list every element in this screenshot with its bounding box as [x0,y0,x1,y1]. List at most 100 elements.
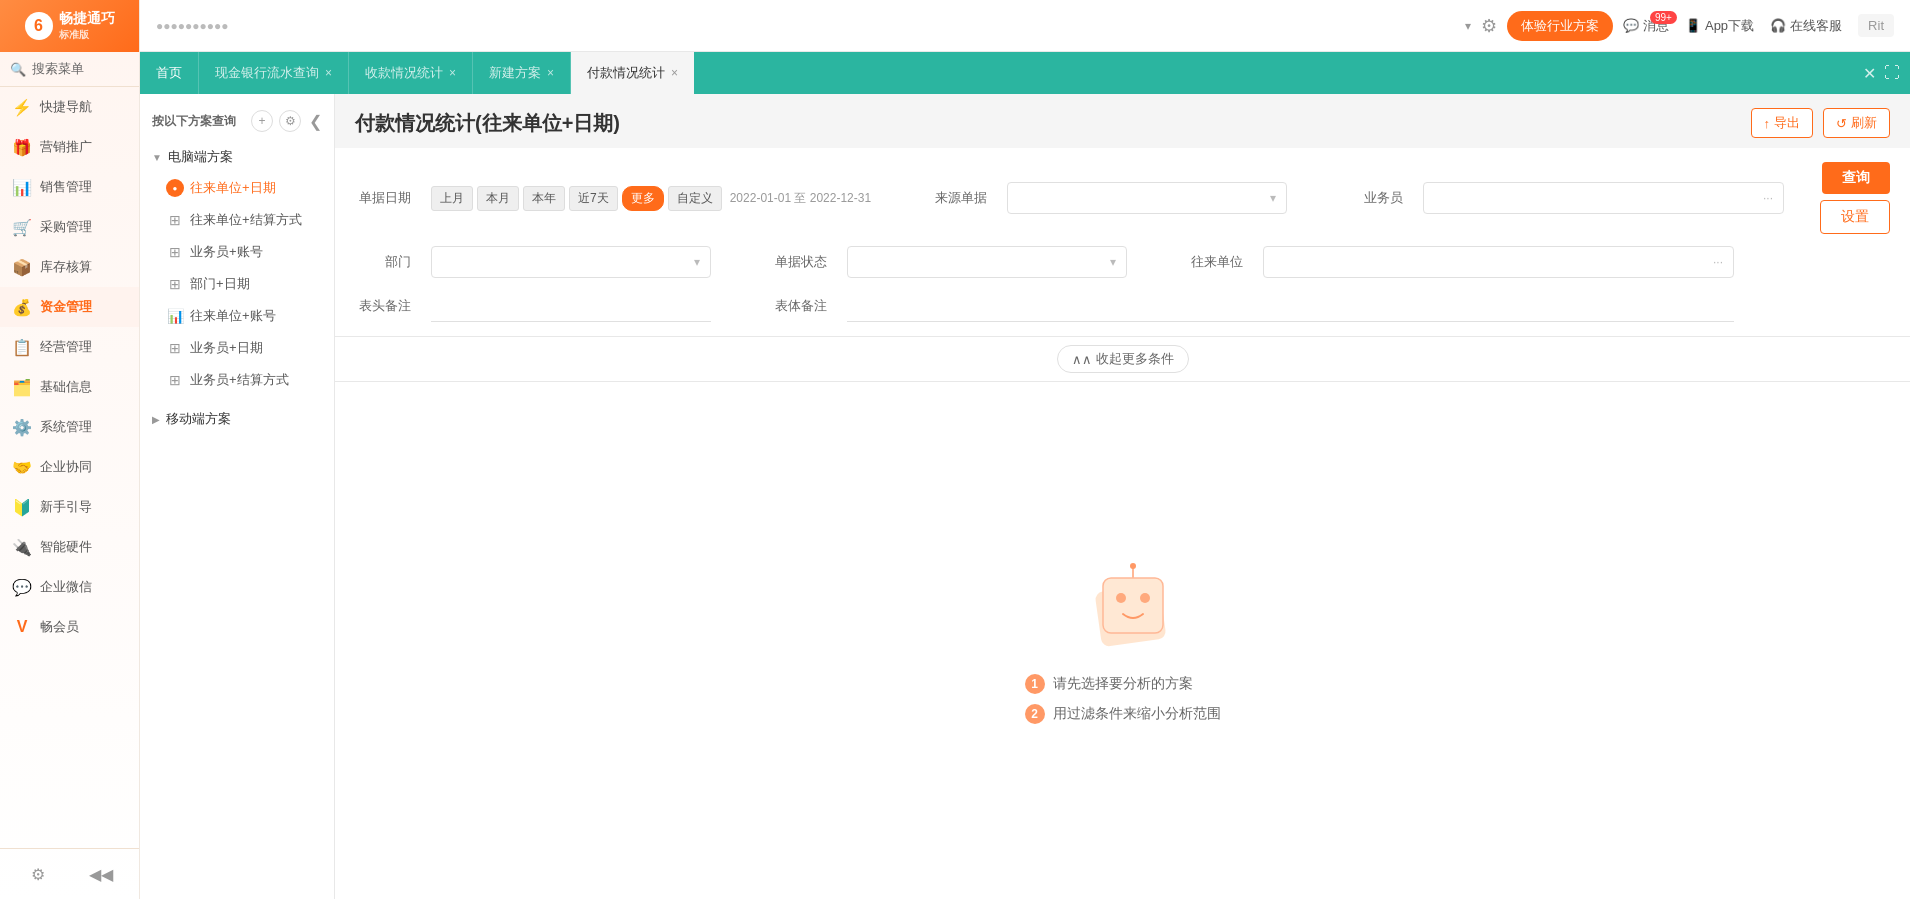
user-display: Rit [1858,14,1894,37]
body-note-input[interactable] [847,290,1734,322]
tab-receivable-close[interactable]: × [449,66,456,80]
online-service-btn[interactable]: 🎧 在线客服 [1770,17,1842,35]
sidebar-item-guide[interactable]: 🔰 新手引导 [0,487,139,527]
panel-item-label: 业务员+账号 [190,243,263,261]
sidebar-item-label: 基础信息 [40,378,92,396]
app-download-btn[interactable]: 📱 App下载 [1685,17,1754,35]
tab-bank-flow-close[interactable]: × [325,66,332,80]
panel-section-mobile: ▶ 移动端方案 [140,400,334,438]
date-btn-custom[interactable]: 自定义 [668,186,722,211]
logo-icon: 6 [25,12,53,40]
collapse-bar[interactable]: ∧∧ 收起更多条件 [335,337,1910,382]
date-btn-more[interactable]: 更多 [622,186,664,211]
online-service-label: 在线客服 [1790,17,1842,35]
tab-payment-stats[interactable]: 付款情况统计 × [571,52,694,94]
dept-select[interactable]: ▾ [431,246,711,278]
panel-item-staff-date[interactable]: ⊞ 业务员+日期 [140,332,334,364]
tab-new-plan[interactable]: 新建方案 × [473,52,571,94]
tab-payment-stats-close[interactable]: × [671,66,678,80]
search-menu-label: 搜索菜单 [32,60,84,78]
sidebar-item-sales[interactable]: 📊 销售管理 [0,167,139,207]
tab-receivable[interactable]: 收款情况统计 × [349,52,473,94]
business-icon: 📋 [12,337,32,357]
query-btn[interactable]: 查询 [1822,162,1890,194]
sidebar-item-quick-nav[interactable]: ⚡ 快捷导航 [0,87,139,127]
topbar-dropdown-btn[interactable]: ▾ [1465,19,1471,33]
panel-item-partner-settle[interactable]: ⊞ 往来单位+结算方式 [140,204,334,236]
tab-close-all-btn[interactable]: ✕ [1863,64,1876,83]
side-panel-collapse-btn[interactable]: ❮ [309,112,322,131]
panel-item-label: 往来单位+账号 [190,307,276,325]
empty-tip-2: 2 用过滤条件来缩小分析范围 [1025,704,1221,724]
source-select[interactable]: ▾ [1007,182,1287,214]
staff-select[interactable]: ··· [1423,182,1784,214]
tab-maximize-btn[interactable]: ⛶ [1884,64,1900,82]
sidebar-item-finance[interactable]: 💰 资金管理 [0,287,139,327]
sidebar-item-label: 新手引导 [40,498,92,516]
quick-nav-icon: ⚡ [12,97,32,117]
sidebar-item-enterprise[interactable]: 🤝 企业协同 [0,447,139,487]
panel-item-dept-date[interactable]: ⊞ 部门+日期 [140,268,334,300]
guide-icon: 🔰 [12,497,32,517]
sidebar-item-inventory[interactable]: 📦 库存核算 [0,247,139,287]
date-btn-this-year[interactable]: 本年 [523,186,565,211]
panel-section-desktop-label: 电脑端方案 [168,148,233,166]
tab-bank-flow[interactable]: 现金银行流水查询 × [199,52,349,94]
sidebar-item-system[interactable]: ⚙️ 系统管理 [0,407,139,447]
side-panel: 按以下方案查询 + ⚙ ❮ ▼ 电脑端方案 ● 往来单位+日期 ⊞ [140,94,335,899]
date-btn-last-month[interactable]: 上月 [431,186,473,211]
search-menu-item[interactable]: 🔍 搜索菜单 [0,52,139,87]
sidebar-item-business[interactable]: 📋 经营管理 [0,327,139,367]
partner-select[interactable]: ··· [1263,246,1734,278]
sidebar-item-vip[interactable]: V 畅会员 [0,607,139,647]
sidebar-item-marketing[interactable]: 🎁 营销推广 [0,127,139,167]
notifications-btn[interactable]: 💬 消息 99+ [1623,17,1669,35]
sidebar-settings-btn[interactable]: ⚙ [10,859,66,889]
marketing-icon: 🎁 [12,137,32,157]
side-panel-settings-btn[interactable]: ⚙ [279,110,301,132]
collapse-conditions-btn[interactable]: ∧∧ 收起更多条件 [1057,345,1189,373]
sidebar-item-basic[interactable]: 🗂️ 基础信息 [0,367,139,407]
sidebar-item-label: 营销推广 [40,138,92,156]
hardware-icon: 🔌 [12,537,32,557]
refresh-btn[interactable]: ↺ 刷新 [1823,108,1890,138]
tab-bank-flow-label: 现金银行流水查询 [215,64,319,82]
panel-section-mobile-title[interactable]: ▶ 移动端方案 [140,404,334,434]
topbar: ●●●●●●●●●● ▾ ⚙ 体验行业方案 💬 消息 99+ 📱 App下载 🎧… [140,0,1910,52]
panel-item-partner-account[interactable]: 📊 往来单位+账号 [140,300,334,332]
sidebar-collapse-btn[interactable]: ◀◀ [74,859,130,889]
sidebar-item-label: 库存核算 [40,258,92,276]
tab-new-plan-close[interactable]: × [547,66,554,80]
panel-section-mobile-arrow: ▶ [152,414,160,425]
dept-select-arrow: ▾ [694,255,700,269]
tip-2-text: 用过滤条件来缩小分析范围 [1053,705,1221,723]
export-btn[interactable]: ↑ 导出 [1751,108,1814,138]
header-note-input[interactable] [431,290,711,322]
panel-item-partner-date[interactable]: ● 往来单位+日期 [140,172,334,204]
sidebar-item-weixin[interactable]: 💬 企业微信 [0,567,139,607]
page-header-actions: ↑ 导出 ↺ 刷新 [1751,108,1891,138]
doc-status-select[interactable]: ▾ [847,246,1127,278]
partner-label: 往来单位 [1187,253,1243,271]
trial-btn[interactable]: 体验行业方案 [1507,11,1613,41]
date-buttons: 上月 本月 本年 近7天 更多 自定义 2022-01-01 至 2022-12… [431,186,871,211]
topbar-settings-btn[interactable]: ⚙ [1481,15,1497,37]
sidebar-item-label: 资金管理 [40,298,92,316]
filter-row-1: 单据日期 上月 本月 本年 近7天 更多 自定义 2022-01-01 至 20… [355,162,1890,234]
dept-label: 部门 [355,253,411,271]
side-panel-add-btn[interactable]: + [251,110,273,132]
panel-item-staff-account[interactable]: ⊞ 业务员+账号 [140,236,334,268]
date-btn-7days[interactable]: 近7天 [569,186,618,211]
panel-item-label: 业务员+结算方式 [190,371,289,389]
date-btn-this-month[interactable]: 本月 [477,186,519,211]
tabbar-actions: ✕ ⛶ [1853,52,1910,94]
sidebar-item-purchase[interactable]: 🛒 采购管理 [0,207,139,247]
svg-point-3 [1116,593,1126,603]
panel-section-desktop-title[interactable]: ▼ 电脑端方案 [140,142,334,172]
filter-settings-btn[interactable]: 设置 [1820,200,1890,234]
panel-item-staff-settle[interactable]: ⊞ 业务员+结算方式 [140,364,334,396]
filter-row-2: 部门 ▾ 单据状态 ▾ 往来单位 ··· [355,246,1890,278]
sidebar-item-hardware[interactable]: 🔌 智能硬件 [0,527,139,567]
sidebar-item-label: 经营管理 [40,338,92,356]
tab-home[interactable]: 首页 [140,52,199,94]
